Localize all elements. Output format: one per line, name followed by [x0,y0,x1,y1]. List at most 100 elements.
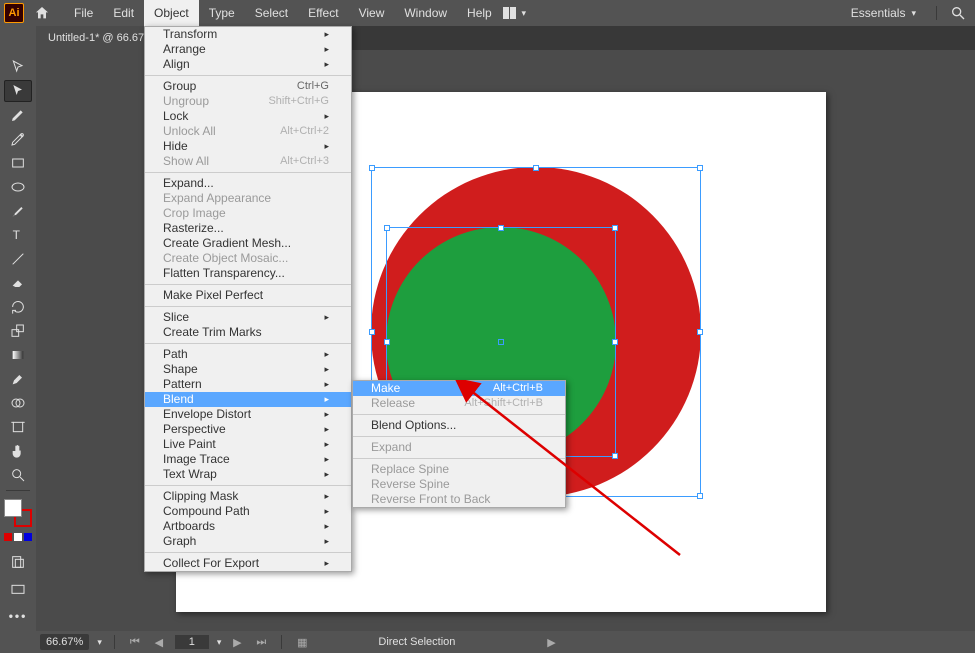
object-menu-item-unlock-all: Unlock AllAlt+Ctrl+2 [145,124,351,139]
submenu-arrow-icon: ▸ [324,27,329,42]
menubar-item-effect[interactable]: Effect [298,0,348,26]
app-icon: Ai [4,3,24,23]
svg-text:T: T [13,228,21,242]
rectangle-tool[interactable] [4,152,32,174]
object-menu-item-graph[interactable]: Graph▸ [145,534,351,549]
blend-menu-item-blend-options[interactable]: Blend Options... [353,418,565,433]
pen-tool[interactable] [4,104,32,126]
zoom-field[interactable]: 66.67% [40,634,89,650]
object-menu-item-crop-image: Crop Image [145,206,351,221]
scale-tool[interactable] [4,320,32,342]
zoom-tool[interactable] [4,464,32,486]
menubar-item-window[interactable]: Window [394,0,457,26]
line-tool[interactable] [4,248,32,270]
fill-stroke-swatch[interactable] [4,499,32,527]
object-menu-item-expand[interactable]: Expand... [145,176,351,191]
workspace-switcher[interactable]: Essentials ▾ [841,2,926,24]
paintbrush-tool[interactable] [4,200,32,222]
hand-tool[interactable] [4,440,32,462]
gradient-tool[interactable] [4,344,32,366]
object-menu-item-artboards[interactable]: Artboards▸ [145,519,351,534]
menubar-item-help[interactable]: Help [457,0,502,26]
blend-menu-item-release: ReleaseAlt+Shift+Ctrl+B [353,396,565,411]
search-icon[interactable] [947,2,969,24]
submenu-arrow-icon: ▸ [324,407,329,422]
object-menu-item-path[interactable]: Path▸ [145,347,351,362]
object-menu-item-envelope-distort[interactable]: Envelope Distort▸ [145,407,351,422]
submenu-arrow-icon: ▸ [324,534,329,549]
submenu-arrow-icon: ▸ [324,504,329,519]
artboard-number-field[interactable]: 1 [175,635,209,649]
object-menu-item-rasterize[interactable]: Rasterize... [145,221,351,236]
menubar-item-view[interactable]: View [349,0,395,26]
blend-menu-item-make[interactable]: MakeAlt+Ctrl+B [353,381,565,396]
workspace-label: Essentials [851,2,906,24]
chevron-down-icon[interactable]: ▾ [217,637,222,648]
blend-menu-item-reverse-spine: Reverse Spine [353,477,565,492]
menubar-item-object[interactable]: Object [144,0,199,26]
object-menu-item-ungroup: UngroupShift+Ctrl+G [145,94,351,109]
menubar-item-edit[interactable]: Edit [103,0,144,26]
draw-mode-icon[interactable] [4,551,32,573]
rotate-tool[interactable] [4,296,32,318]
artboard-tool[interactable] [4,416,32,438]
menubar-item-type[interactable]: Type [199,0,245,26]
home-icon[interactable] [30,1,54,25]
submenu-arrow-icon: ▸ [324,467,329,482]
object-menu-item-group[interactable]: GroupCtrl+G [145,79,351,94]
eraser-tool[interactable] [4,272,32,294]
next-artboard-button[interactable]: ▶ [229,634,245,650]
object-menu-item-lock[interactable]: Lock▸ [145,109,351,124]
curvature-tool[interactable] [4,128,32,150]
object-menu-item-show-all: Show AllAlt+Ctrl+3 [145,154,351,169]
object-menu-item-perspective[interactable]: Perspective▸ [145,422,351,437]
object-menu-item-image-trace[interactable]: Image Trace▸ [145,452,351,467]
chevron-down-icon: ▾ [911,2,916,24]
blend-menu-item-reverse-front-to-back: Reverse Front to Back [353,492,565,507]
type-tool[interactable]: T [4,224,32,246]
submenu-arrow-icon: ▸ [324,392,329,407]
eyedropper-tool[interactable] [4,368,32,390]
object-menu-item-compound-path[interactable]: Compound Path▸ [145,504,351,519]
status-play-icon[interactable]: ▶ [543,634,559,650]
first-artboard-button[interactable]: ⏮ [127,634,143,650]
object-menu-item-shape[interactable]: Shape▸ [145,362,351,377]
blend-submenu-dropdown: MakeAlt+Ctrl+BReleaseAlt+Shift+Ctrl+B Ble… [352,380,566,508]
selection-tool[interactable] [4,56,32,78]
last-artboard-button[interactable]: ⏭ [253,634,269,650]
object-menu-item-slice[interactable]: Slice▸ [145,310,351,325]
edit-toolbar-icon[interactable]: ••• [9,609,28,623]
object-menu-item-arrange[interactable]: Arrange▸ [145,42,351,57]
ellipse-tool[interactable] [4,176,32,198]
object-menu-item-transform[interactable]: Transform▸ [145,27,351,42]
toolstrip: T ••• [0,26,36,631]
object-menu-item-clipping-mask[interactable]: Clipping Mask▸ [145,489,351,504]
object-menu-item-blend[interactable]: Blend▸ [145,392,351,407]
color-mode-row[interactable] [4,533,32,541]
object-menu-item-pattern[interactable]: Pattern▸ [145,377,351,392]
object-menu-item-create-gradient-mesh[interactable]: Create Gradient Mesh... [145,236,351,251]
submenu-arrow-icon: ▸ [324,109,329,124]
object-menu-item-create-trim-marks[interactable]: Create Trim Marks [145,325,351,340]
object-menu-item-collect-for-export[interactable]: Collect For Export▸ [145,556,351,571]
artboard-nav-icon[interactable]: ▦ [294,634,310,650]
object-menu-item-text-wrap[interactable]: Text Wrap▸ [145,467,351,482]
statusbar: 66.67% ▾ ⏮ ◀ 1 ▾ ▶ ⏭ ▦ Direct Selection … [0,631,975,653]
object-menu-item-flatten-transparency[interactable]: Flatten Transparency... [145,266,351,281]
object-menu-item-make-pixel-perfect[interactable]: Make Pixel Perfect [145,288,351,303]
current-tool-label: Direct Selection [378,636,455,648]
object-menu-item-live-paint[interactable]: Live Paint▸ [145,437,351,452]
shape-builder-tool[interactable] [4,392,32,414]
chevron-down-icon[interactable]: ▾ [97,637,102,648]
direct-selection-tool[interactable] [4,80,32,102]
screen-mode-icon[interactable] [4,579,32,601]
submenu-arrow-icon: ▸ [324,310,329,325]
menubar-item-file[interactable]: File [64,0,103,26]
menubar-item-select[interactable]: Select [245,0,298,26]
object-menu-item-align[interactable]: Align▸ [145,57,351,72]
layout-switcher-icon[interactable]: ▾ [502,2,528,24]
object-menu-item-hide[interactable]: Hide▸ [145,139,351,154]
fill-swatch[interactable] [4,499,22,517]
object-menu-item-create-object-mosaic: Create Object Mosaic... [145,251,351,266]
prev-artboard-button[interactable]: ◀ [151,634,167,650]
